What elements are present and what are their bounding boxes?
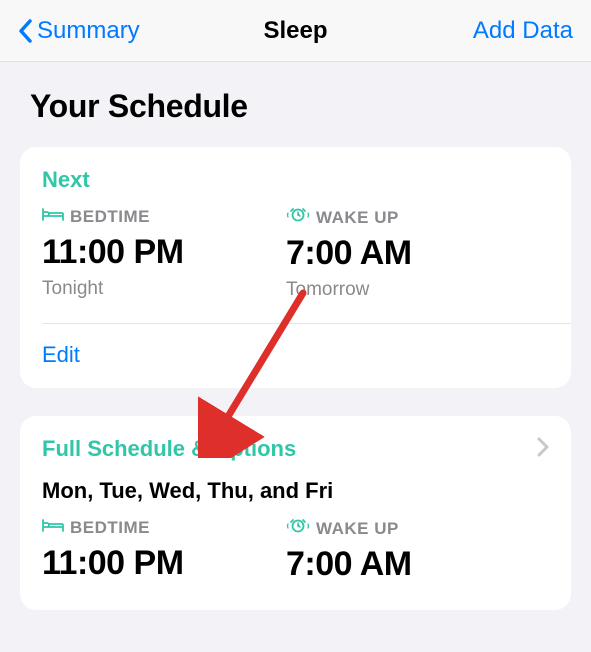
next-header: Next [42, 167, 549, 193]
full-bedtime-label-row: BEDTIME [42, 518, 260, 538]
back-button[interactable]: Summary [18, 17, 140, 45]
full-bedtime-value: 11:00 PM [42, 544, 260, 583]
bedtime-column: BEDTIME 11:00 PM Tonight [42, 207, 260, 301]
section-title: Your Schedule [30, 88, 571, 125]
wakeup-label-row: WAKE UP [286, 207, 504, 228]
full-wakeup-label-row: WAKE UP [286, 518, 504, 539]
bedtime-label-row: BEDTIME [42, 207, 260, 227]
content-area: Your Schedule Next BEDTIME 11:00 PM Toni… [0, 62, 591, 610]
navigation-bar: Summary Sleep Add Data [0, 0, 591, 62]
next-times-row: BEDTIME 11:00 PM Tonight WAKE UP 7:00 AM… [42, 207, 549, 301]
full-schedule-card[interactable]: Full Schedule & Options Mon, Tue, Wed, T… [20, 416, 571, 610]
wakeup-column: WAKE UP 7:00 AM Tomorrow [286, 207, 504, 301]
chevron-right-icon [537, 437, 549, 462]
full-wakeup-value: 7:00 AM [286, 545, 504, 584]
alarm-icon [286, 518, 310, 539]
full-bedtime-column: BEDTIME 11:00 PM [42, 518, 260, 590]
full-wakeup-column: WAKE UP 7:00 AM [286, 518, 504, 590]
alarm-icon [286, 207, 310, 228]
full-wakeup-label: WAKE UP [316, 519, 399, 539]
wakeup-label: WAKE UP [316, 208, 399, 228]
full-bedtime-label: BEDTIME [70, 518, 150, 538]
wakeup-value: 7:00 AM [286, 234, 504, 273]
full-schedule-header-row: Full Schedule & Options [42, 436, 549, 462]
bedtime-label: BEDTIME [70, 207, 150, 227]
back-label: Summary [37, 17, 140, 45]
chevron-left-icon [18, 19, 33, 43]
wakeup-sub: Tomorrow [286, 279, 504, 301]
bed-icon [42, 207, 64, 227]
full-times-row: BEDTIME 11:00 PM WAKE UP 7:00 AM [42, 518, 549, 590]
bedtime-value: 11:00 PM [42, 233, 260, 272]
edit-button[interactable]: Edit [42, 324, 549, 368]
add-data-button[interactable]: Add Data [473, 17, 573, 45]
schedule-days: Mon, Tue, Wed, Thu, and Fri [42, 478, 549, 504]
bed-icon [42, 518, 64, 538]
bedtime-sub: Tonight [42, 278, 260, 300]
next-schedule-card: Next BEDTIME 11:00 PM Tonight WAKE UP [20, 147, 571, 388]
full-schedule-header: Full Schedule & Options [42, 436, 296, 462]
